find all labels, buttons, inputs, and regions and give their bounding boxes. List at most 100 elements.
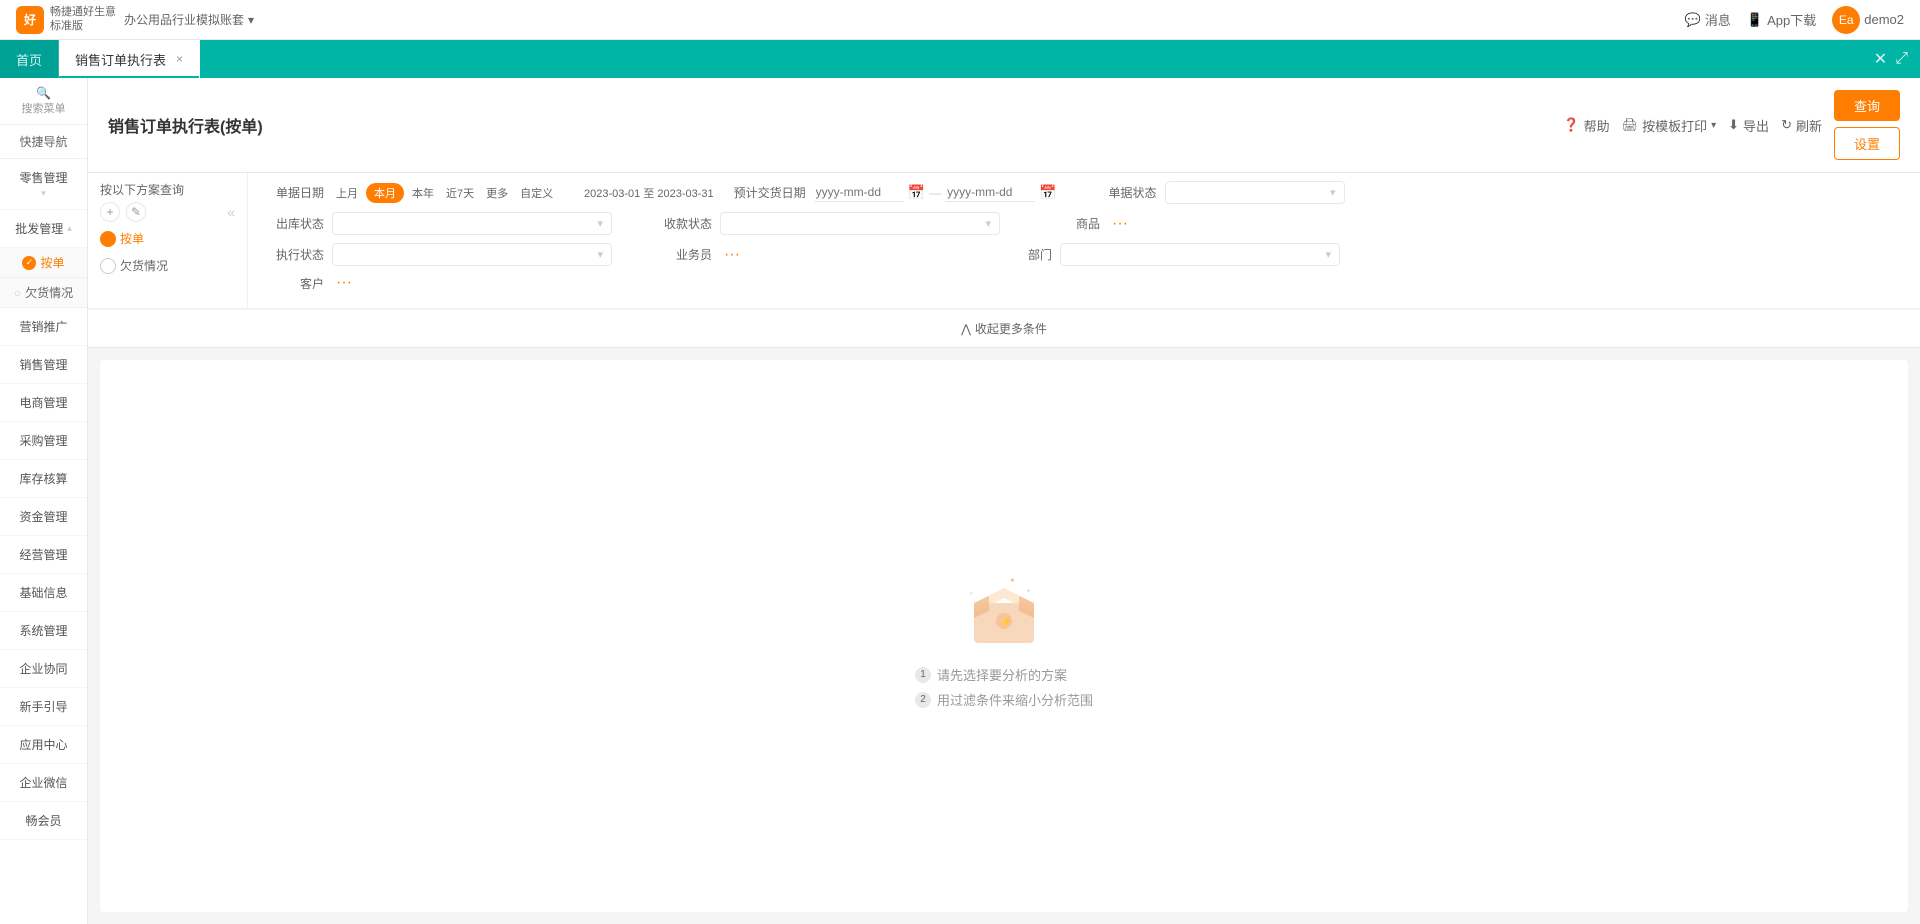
export-label: 导出 [1743, 116, 1769, 135]
sidebar-item-retail[interactable]: 零售管理 ▾ [0, 159, 87, 210]
calendar-icon-from[interactable]: 📅 [908, 184, 925, 201]
sidebar-sales-label: 销售管理 [19, 356, 67, 373]
filter-delivery-date-field: 预计交货日期 📅 — 📅 [734, 183, 1057, 202]
sidebar-item-finance[interactable]: 资金管理 [0, 498, 87, 536]
query-button[interactable]: 查询 [1834, 90, 1900, 121]
salesperson-picker-btn[interactable]: ··· [720, 246, 744, 264]
sidebar-quick-nav[interactable]: 快捷导航 [0, 125, 87, 159]
empty-tip-2: 2 用过滤条件来缩小分析范围 [915, 690, 1093, 709]
sidebar-item-sales[interactable]: 销售管理 [0, 346, 87, 384]
chevron-down-icon-4: ▾ [597, 248, 603, 261]
nav-spacer [200, 40, 1862, 78]
top-bar-right: 💬 消息 📱 App下载 Ea demo2 [1685, 6, 1904, 34]
sidebar-search[interactable]: 🔍 搜索菜单 [0, 78, 87, 125]
query-set-group: 查询 设置 [1834, 90, 1900, 160]
date-last-7[interactable]: 近7天 [442, 183, 478, 203]
help-btn[interactable]: ❓ 帮助 [1563, 116, 1609, 135]
user-menu[interactable]: Ea demo2 [1832, 6, 1904, 34]
scheme-collapse-btn[interactable]: « [227, 204, 235, 220]
svg-text:✦: ✦ [969, 591, 973, 597]
filter-dept-field: 部门 ▾ [992, 243, 1340, 266]
date-more[interactable]: 更多 [482, 183, 512, 203]
empty-state: ✦ ✦ ✦ ⚡ 1 请先选择要分析的方案 2 用过滤条件来缩小分析范围 [915, 563, 1093, 709]
order-status-select[interactable]: ▾ [1165, 181, 1345, 204]
filter-top: 按以下方案查询 + ✎ « ✓ 按单 欠货情况 [88, 173, 1920, 309]
scheme-press-order[interactable]: ✓ 按单 [100, 226, 235, 251]
empty-illustration: ✦ ✦ ✦ ⚡ [954, 563, 1054, 653]
scheme-debt[interactable]: 欠货情况 [100, 255, 235, 276]
payment-status-label: 收款状态 [652, 215, 712, 232]
tab-home-label: 首页 [16, 50, 42, 69]
filter-exec-status-field: 执行状态 ▾ [264, 243, 612, 266]
message-btn[interactable]: 💬 消息 [1685, 10, 1731, 29]
download-icon: 📱 [1747, 12, 1763, 28]
sidebar-item-ecommerce[interactable]: 电商管理 [0, 384, 87, 422]
sidebar-sub-press-order[interactable]: ✓ 按单 [0, 248, 87, 278]
sidebar-item-wechat[interactable]: 企业微信 [0, 764, 87, 802]
date-custom[interactable]: 自定义 [516, 183, 557, 203]
sidebar-item-purchase[interactable]: 采购管理 [0, 422, 87, 460]
customer-label: 客户 [264, 275, 324, 292]
scheme-edit-btn[interactable]: ✎ [126, 202, 146, 222]
svg-text:⚡: ⚡ [1000, 615, 1012, 628]
payment-status-select[interactable]: ▾ [720, 212, 1000, 235]
sidebar-item-wholesale[interactable]: 批发管理 ▴ [0, 210, 87, 248]
sidebar-item-marketing[interactable]: 营销推广 [0, 308, 87, 346]
date-last-month[interactable]: 上月 [332, 183, 362, 203]
main-layout: 🔍 搜索菜单 快捷导航 零售管理 ▾ 批发管理 ▴ ✓ 按单 ○ 欠货情况 营销… [0, 78, 1920, 924]
export-icon: ⬇ [1728, 117, 1739, 133]
scheme-add-btn[interactable]: + [100, 202, 120, 222]
goods-picker-btn[interactable]: ··· [1108, 215, 1132, 233]
tab-sales-exec[interactable]: 销售订单执行表 × [59, 40, 200, 78]
refresh-btn[interactable]: ↻ 刷新 [1781, 116, 1822, 135]
sidebar-ecommerce-label: 电商管理 [19, 394, 67, 411]
page-actions: ❓ 帮助 🖨 按模板打印 ▾ ⬇ 导出 ↻ 刷新 查询 [1563, 90, 1900, 160]
delivery-date-from[interactable] [814, 183, 904, 202]
exec-status-select[interactable]: ▾ [332, 243, 612, 266]
data-area: ✦ ✦ ✦ ⚡ 1 请先选择要分析的方案 2 用过滤条件来缩小分析范围 [100, 360, 1908, 912]
empty-tips: 1 请先选择要分析的方案 2 用过滤条件来缩小分析范围 [915, 665, 1093, 709]
nav-expand-btn[interactable]: ⤢ [1895, 50, 1908, 68]
date-this-year[interactable]: 本年 [408, 183, 438, 203]
calendar-icon-to[interactable]: 📅 [1039, 184, 1056, 201]
tab-home[interactable]: 首页 [0, 40, 59, 78]
scheme-press-dot: ✓ [100, 231, 116, 247]
sidebar-item-inventory[interactable]: 库存核算 [0, 460, 87, 498]
nav-close-btn[interactable]: ✕ [1874, 49, 1887, 69]
sidebar-sub-debt[interactable]: ○ 欠货情况 [0, 278, 87, 308]
set-button[interactable]: 设置 [1834, 127, 1900, 160]
scheme-debt-label: 欠货情况 [120, 257, 168, 274]
sidebar-member-label: 畅会员 [25, 812, 61, 829]
logo-text: 畅捷通好生意 标准版 [50, 6, 116, 32]
dept-select[interactable]: ▾ [1060, 243, 1340, 266]
message-icon: 💬 [1685, 12, 1701, 28]
breadcrumb[interactable]: 办公用品行业模拟账套 ▾ [124, 11, 254, 28]
print-btn[interactable]: 🖨 按模板打印 ▾ [1622, 116, 1717, 135]
sidebar-item-basic[interactable]: 基础信息 [0, 574, 87, 612]
print-icon: 🖨 [1622, 117, 1639, 133]
app-download-btn[interactable]: 📱 App下载 [1747, 10, 1816, 29]
sidebar-item-ops[interactable]: 经营管理 [0, 536, 87, 574]
sidebar-item-newbie[interactable]: 新手引导 [0, 688, 87, 726]
filter-payment-status-field: 收款状态 ▾ [652, 212, 1000, 235]
top-bar: 好 畅捷通好生意 标准版 办公用品行业模拟账套 ▾ 💬 消息 📱 App下载 E… [0, 0, 1920, 40]
collapse-btn[interactable]: ⋀ 收起更多条件 [88, 314, 1920, 343]
print-label: 按模板打印 [1642, 116, 1707, 135]
export-btn[interactable]: ⬇ 导出 [1728, 116, 1769, 135]
sidebar-item-corp[interactable]: 企业协同 [0, 650, 87, 688]
delivery-date-to[interactable] [945, 183, 1035, 202]
date-range-text: 2023-03-01 至 2023-03-31 [584, 185, 714, 201]
sidebar-search-label: 搜索菜单 [8, 100, 79, 116]
sidebar-item-member[interactable]: 畅会员 [0, 802, 87, 840]
customer-picker-btn[interactable]: ··· [332, 274, 356, 292]
tip-num-1: 1 [915, 667, 931, 683]
sidebar-item-apps[interactable]: 应用中心 [0, 726, 87, 764]
scheme-header-label: 按以下方案查询 [100, 181, 184, 198]
debt-label: 欠货情况 [25, 284, 73, 301]
date-this-month[interactable]: 本月 [366, 183, 404, 203]
ship-status-select[interactable]: ▾ [332, 212, 612, 235]
sidebar-item-system[interactable]: 系统管理 [0, 612, 87, 650]
tab-close-icon[interactable]: × [176, 52, 183, 66]
scheme-header: 按以下方案查询 [100, 181, 235, 198]
goods-label: 商品 [1040, 215, 1100, 232]
